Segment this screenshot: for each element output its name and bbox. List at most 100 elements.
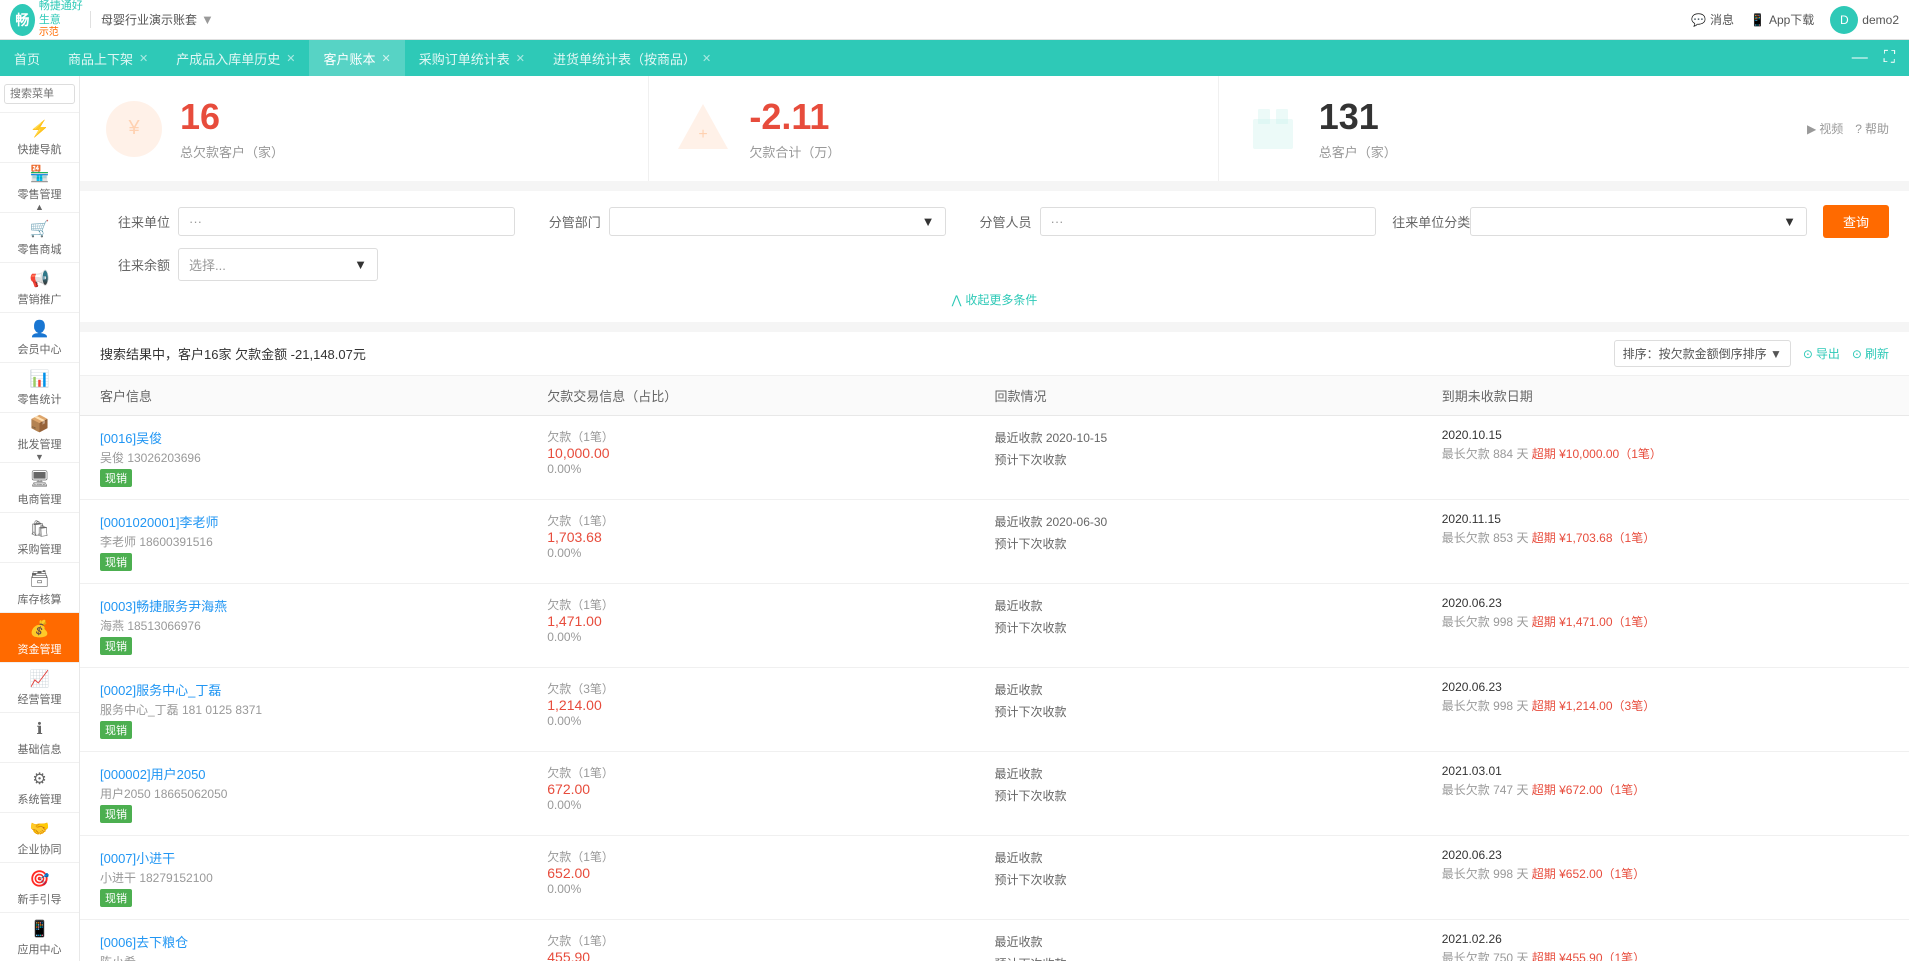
sidebar-item-ecommerce[interactable]: 🖥 电商管理	[0, 463, 79, 513]
refresh-button[interactable]: ⊙ 刷新	[1852, 345, 1889, 362]
overdue-days: 最长欠款 853 天	[1442, 531, 1529, 545]
overdue-days: 最长欠款 998 天	[1442, 867, 1529, 881]
search-button[interactable]: 查询	[1823, 205, 1889, 238]
customer-tag: 现销	[100, 553, 132, 571]
tab-close-icon[interactable]: ✕	[382, 52, 391, 65]
filter-row-2: 往来余额 选择... ▼	[100, 248, 1889, 281]
overdue-amount-link[interactable]: 超期 ¥1,471.00（1笔）	[1532, 615, 1655, 629]
due-date: 2021.02.26	[1442, 932, 1889, 946]
last-collection: 最近收款	[995, 932, 1442, 954]
sidebar-item-retail-mgmt[interactable]: 🏪 零售管理 ▲	[0, 163, 79, 213]
company-name: 母婴行业演示账套	[101, 11, 197, 28]
tab-purchase-product-stats[interactable]: 进货单统计表（按商品） ✕	[539, 40, 725, 76]
tab-close-icon[interactable]: ✕	[286, 52, 295, 65]
customer-info-cell: [0003]畅捷服务尹海燕 海燕 18513066976 现销	[100, 596, 547, 655]
customer-tag: 现销	[100, 805, 132, 823]
customer-name-link[interactable]: [0016]吴俊	[100, 428, 547, 447]
collapse-button[interactable]: ⋀ 收起更多条件	[952, 291, 1038, 308]
filter-input-person[interactable]: ···	[1040, 207, 1377, 236]
company-selector[interactable]: 母婴行业演示账套 ▼	[90, 11, 224, 28]
stat-card-total-customers: 131 总客户（家）	[1219, 76, 1787, 181]
due-date: 2020.10.15	[1442, 428, 1889, 442]
customer-phone: 服务中心_丁磊 181 0125 8371	[100, 703, 262, 717]
customer-name-link[interactable]: [000002]用户2050	[100, 764, 547, 783]
overdue-amount-link[interactable]: 超期 ¥1,214.00（3笔）	[1532, 699, 1655, 713]
debt-pct: 0.00%	[547, 630, 581, 644]
sidebar-item-operations[interactable]: 📈 经营管理	[0, 663, 79, 713]
debt-label: 欠款（1笔）	[547, 430, 614, 444]
overdue-amount-link[interactable]: 超期 ¥455.90（1笔）	[1532, 951, 1645, 961]
debt-amount-value: -2.11	[749, 96, 840, 138]
message-button[interactable]: 💬 消息	[1691, 11, 1734, 28]
user-menu[interactable]: D demo2	[1830, 6, 1899, 34]
debt-customers-count: 16	[180, 96, 284, 138]
sort-selector[interactable]: 排序：按欠款金额倒序排序 ▼	[1614, 340, 1791, 367]
app-center-icon: 📱	[30, 919, 50, 939]
next-collection: 预计下次收款	[995, 534, 1442, 556]
retail-mgmt-icon: 🏪	[30, 164, 50, 184]
tab-production-history[interactable]: 产成品入库单历史 ✕	[162, 40, 309, 76]
sidebar-item-system[interactable]: ⚙ 系统管理	[0, 763, 79, 813]
last-collection: 最近收款 2020-10-15	[995, 428, 1442, 450]
sidebar-item-purchase[interactable]: 🛍 采购管理	[0, 513, 79, 563]
customer-name-link[interactable]: [0002]服务中心_丁磊	[100, 680, 547, 699]
overdue-info-cell: 2021.03.01 最长欠款 747 天 超期 ¥672.00（1笔）	[1442, 764, 1889, 798]
customer-name-link[interactable]: [0007]小进干	[100, 848, 547, 867]
tab-close-icon[interactable]: ✕	[139, 52, 148, 65]
filter-input-unit[interactable]: ···	[178, 207, 515, 236]
tab-close-icon[interactable]: ✕	[516, 52, 525, 65]
filter-label-person: 分管人员	[962, 212, 1032, 231]
sidebar-item-inventory[interactable]: 🗃 库存核算	[0, 563, 79, 613]
sidebar-item-retail-mall[interactable]: 🛒 零售商城	[0, 213, 79, 263]
filter-label-category: 往来单位分类	[1392, 212, 1462, 231]
help-button[interactable]: ? 帮助	[1855, 120, 1889, 137]
overdue-days: 最长欠款 750 天	[1442, 951, 1529, 961]
sidebar-item-enterprise-collab[interactable]: 🤝 企业协同	[0, 813, 79, 863]
sidebar-item-basic-info[interactable]: ℹ 基础信息	[0, 713, 79, 763]
filter-select-category[interactable]: ▼	[1470, 207, 1807, 236]
tab-home[interactable]: 首页	[0, 40, 54, 76]
view-video-button[interactable]: ▶ 视频	[1807, 120, 1843, 137]
overdue-amount-link[interactable]: 超期 ¥1,703.68（1笔）	[1532, 531, 1655, 545]
overdue-amount-link[interactable]: 超期 ¥10,000.00（1笔）	[1532, 447, 1662, 461]
overdue-amount-link[interactable]: 超期 ¥652.00（1笔）	[1532, 867, 1645, 881]
sidebar-item-finance[interactable]: 💰 资金管理	[0, 613, 79, 663]
tab-expand-icon[interactable]: ⛶	[1878, 47, 1901, 69]
debt-pct: 0.00%	[547, 462, 581, 476]
overdue-info-cell: 2020.10.15 最长欠款 884 天 超期 ¥10,000.00（1笔）	[1442, 428, 1889, 462]
overdue-amount-link[interactable]: 超期 ¥672.00（1笔）	[1532, 783, 1645, 797]
quick-nav-icon: ⚡	[30, 119, 50, 139]
purchase-icon: 🛍	[29, 519, 49, 539]
sidebar-item-retail-stats[interactable]: 📊 零售统计	[0, 363, 79, 413]
app-download-button[interactable]: 📱 App下载	[1750, 11, 1814, 28]
chevron-down-icon: ▼	[1783, 214, 1796, 229]
total-customers-count: 131	[1319, 96, 1397, 138]
tab-close-icon[interactable]: ✕	[702, 52, 711, 65]
tab-product-listing[interactable]: 商品上下架 ✕	[54, 40, 162, 76]
tab-customer-account[interactable]: 客户账本 ✕	[309, 40, 404, 76]
last-collection: 最近收款 2020-06-30	[995, 512, 1442, 534]
tab-purchase-stats[interactable]: 采购订单统计表 ✕	[405, 40, 539, 76]
sidebar-item-app-center[interactable]: 📱 应用中心	[0, 913, 79, 961]
customer-name-link[interactable]: [0001020001]李老师	[100, 512, 547, 531]
debt-label: 欠款（1笔）	[547, 514, 614, 528]
sidebar-item-marketing[interactable]: 📢 营销推广	[0, 263, 79, 313]
collapse-icon: ⋀	[952, 293, 962, 307]
col-header-due: 到期未收款日期	[1442, 386, 1889, 405]
sidebar-item-guide[interactable]: 🎯 新手引导	[0, 863, 79, 913]
export-button[interactable]: ⊙ 导出	[1803, 345, 1840, 362]
tab-minimize-icon[interactable]: —	[1846, 47, 1874, 69]
filter-select-balance[interactable]: 选择... ▼	[178, 248, 378, 281]
customer-name-link[interactable]: [0006]去下粮仓	[100, 932, 547, 951]
total-customers-icon	[1243, 99, 1303, 159]
filter-select-dept[interactable]: ▼	[609, 207, 946, 236]
sidebar-search-input[interactable]	[4, 84, 75, 104]
sidebar-item-wholesale[interactable]: 📦 批发管理 ▼	[0, 413, 79, 463]
customer-info-cell: [0007]小进干 小进干 18279152100 现销	[100, 848, 547, 907]
debt-customers-label: 总欠款客户（家）	[180, 142, 284, 161]
customer-name-link[interactable]: [0003]畅捷服务尹海燕	[100, 596, 547, 615]
retail-mall-icon: 🛒	[30, 219, 50, 239]
sidebar-item-quick-nav[interactable]: ⚡ 快捷导航	[0, 113, 79, 163]
sidebar-item-member-center[interactable]: 👤 会员中心	[0, 313, 79, 363]
collection-info-cell: 最近收款 预计下次收款	[995, 764, 1442, 807]
